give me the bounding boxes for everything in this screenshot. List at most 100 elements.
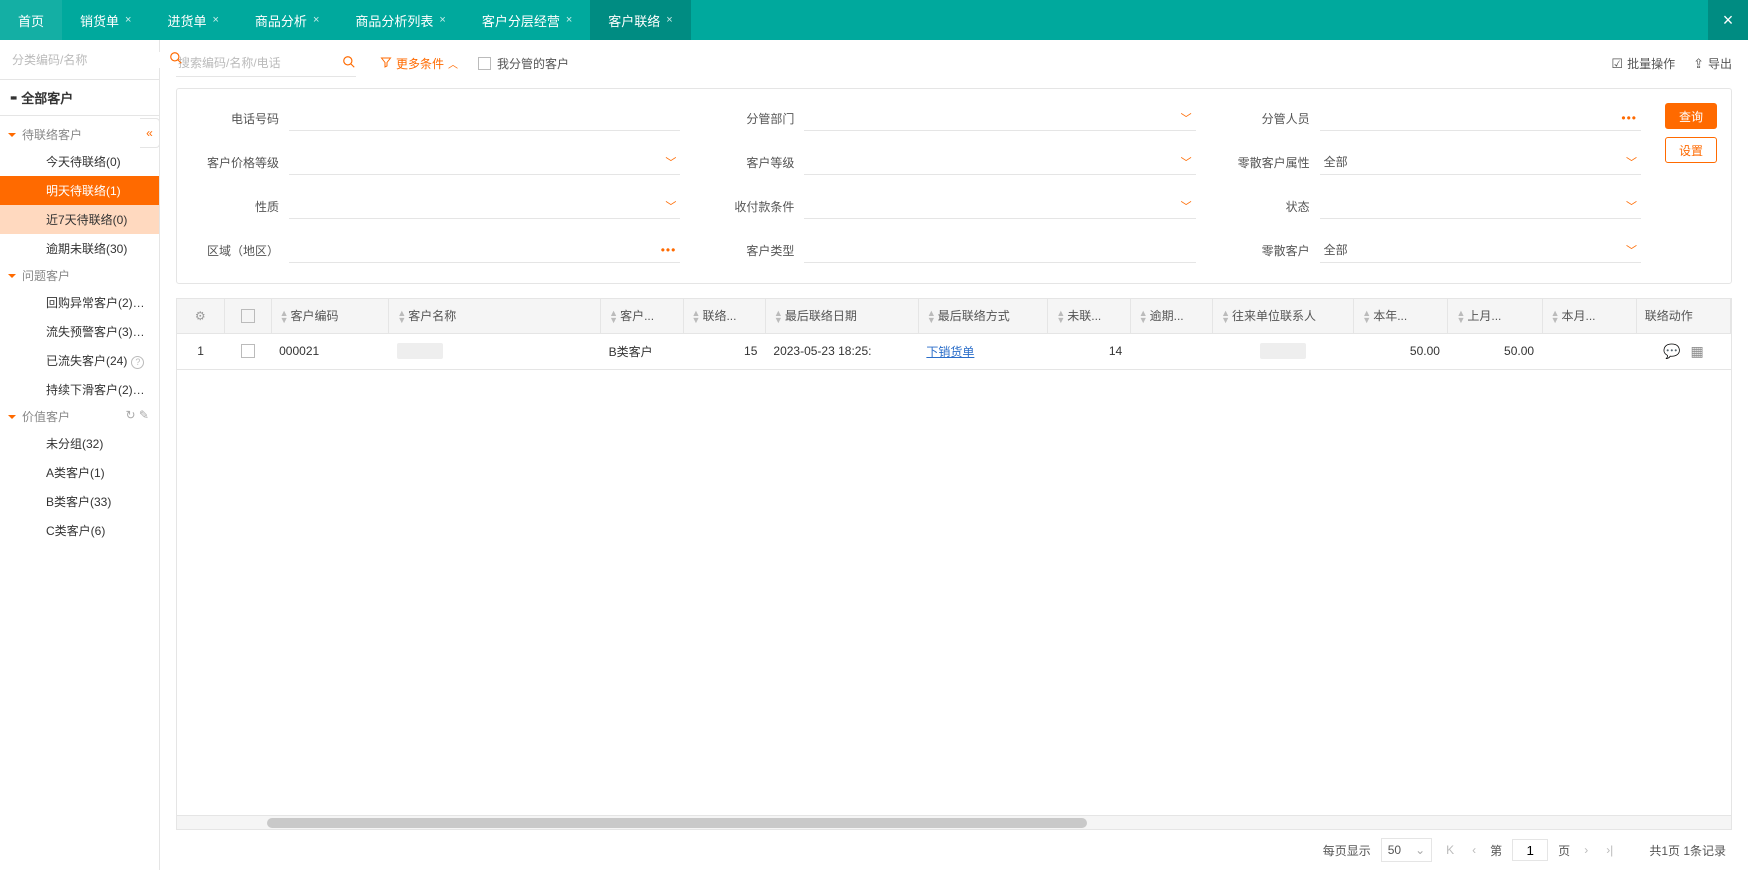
search-icon[interactable] xyxy=(169,51,183,68)
col-this_year[interactable]: ▲▼本年... xyxy=(1354,299,1448,333)
settings-button[interactable]: 设置 xyxy=(1665,137,1717,163)
last-page-button[interactable]: ›| xyxy=(1602,843,1617,857)
next-page-button[interactable]: › xyxy=(1580,843,1592,857)
tree-item[interactable]: 回购异常客户(2)? xyxy=(0,288,159,317)
tab-close-icon[interactable]: × xyxy=(125,14,131,26)
filter-input[interactable]: ﹀ xyxy=(289,149,680,175)
last-type-link[interactable]: 下销货单 xyxy=(926,345,974,359)
filter-label: 零散客户属性 xyxy=(1228,154,1320,171)
tree-item[interactable]: C类客户(6) xyxy=(0,516,159,545)
batch-action-button[interactable]: ☑ 批量操作 xyxy=(1611,55,1675,72)
table-row[interactable]: 1000021 B类客户152023-05-23 18:25:下销货单14 50… xyxy=(177,333,1731,369)
tab-close-icon[interactable]: × xyxy=(313,14,319,26)
page-size-select[interactable]: 50 ⌄ xyxy=(1381,838,1432,862)
cell-overdue xyxy=(1130,333,1212,369)
tree-group[interactable]: 问题客户 xyxy=(0,263,159,288)
tab-2[interactable]: 进货单× xyxy=(149,0,236,40)
tab-4[interactable]: 商品分析列表× xyxy=(337,0,463,40)
tree-item[interactable]: B类客户(33) xyxy=(0,487,159,516)
col-contact_person[interactable]: ▲▼往来单位联系人 xyxy=(1213,299,1354,333)
tree-item[interactable]: 近7天待联络(0) xyxy=(0,205,159,234)
tree-item[interactable]: 已流失客户(24)? xyxy=(0,346,159,375)
row-checkbox[interactable] xyxy=(241,344,255,358)
grid-action-icon[interactable]: ▦ xyxy=(1690,343,1703,360)
tree-item[interactable]: 持续下滑客户(2)? xyxy=(0,375,159,404)
sort-icon: ▲▼ xyxy=(1551,310,1560,324)
tab-0[interactable]: 首页 xyxy=(0,0,62,40)
more-filters-toggle[interactable]: 更多条件 ︿ xyxy=(380,55,458,72)
tab-close-icon[interactable]: × xyxy=(439,14,445,26)
tab-close-icon[interactable]: × xyxy=(666,14,672,26)
horizontal-scrollbar[interactable] xyxy=(177,815,1731,829)
col-last_date[interactable]: ▲▼最后联络日期 xyxy=(765,299,918,333)
tabs-close-all[interactable]: × xyxy=(1708,0,1748,40)
chat-icon[interactable]: 💬 xyxy=(1663,343,1680,360)
tab-3[interactable]: 商品分析× xyxy=(237,0,337,40)
filter-input[interactable]: 全部﹀ xyxy=(1320,237,1641,263)
tree-group[interactable]: 价值客户↻ ✎ xyxy=(0,404,159,429)
filter-input[interactable] xyxy=(804,237,1195,263)
tree-item[interactable]: A类客户(1) xyxy=(0,458,159,487)
help-icon[interactable]: ? xyxy=(131,356,144,369)
col-last_type[interactable]: ▲▼最后联络方式 xyxy=(918,299,1047,333)
cell-no-contact: 14 xyxy=(1048,333,1130,369)
col-name[interactable]: ▲▼客户名称 xyxy=(389,299,601,333)
col-label: 最后联络日期 xyxy=(785,309,857,323)
filter-label: 电话号码 xyxy=(197,110,289,127)
my-customers-checkbox[interactable]: 我分管的客户 xyxy=(478,55,569,72)
filter-input[interactable]: ﹀ xyxy=(804,193,1195,219)
tree-item[interactable]: 未分组(32) xyxy=(0,429,159,458)
gear-icon[interactable]: ⚙ xyxy=(195,309,206,323)
export-button[interactable]: ⇪ 导出 xyxy=(1693,55,1732,72)
first-page-button[interactable]: K xyxy=(1442,843,1458,857)
query-button[interactable]: 查询 xyxy=(1665,103,1717,129)
tree-item-label: 明天待联络(1) xyxy=(46,184,121,198)
chevron-left-icon: « xyxy=(146,126,153,140)
filter-label: 客户价格等级 xyxy=(197,154,289,171)
tree-item[interactable]: 今天待联络(0) xyxy=(0,147,159,176)
col-cust[interactable]: ▲▼客户... xyxy=(601,299,683,333)
cell-last-type[interactable]: 下销货单 xyxy=(918,333,1047,369)
main-area: ▪▪ 全部客户 « 待联络客户今天待联络(0)明天待联络(1)近7天待联络(0)… xyxy=(0,40,1748,870)
col-code[interactable]: ▲▼客户编码 xyxy=(271,299,389,333)
sidebar-collapse-button[interactable]: « xyxy=(140,118,160,148)
cell-check[interactable] xyxy=(224,333,271,369)
filter-input[interactable] xyxy=(289,105,680,131)
tab-close-icon[interactable]: × xyxy=(566,14,572,26)
filter-input[interactable]: ﹀ xyxy=(804,105,1195,131)
tree-item[interactable]: 明天待联络(1) xyxy=(0,176,159,205)
checkbox-all[interactable] xyxy=(241,309,255,323)
tab-1[interactable]: 销货单× xyxy=(62,0,149,40)
tree-item[interactable]: 流失预警客户(3)? xyxy=(0,317,159,346)
my-customers-label: 我分管的客户 xyxy=(497,55,569,72)
col-overdue[interactable]: ▲▼逾期... xyxy=(1130,299,1212,333)
col-contact[interactable]: ▲▼联络... xyxy=(683,299,765,333)
page-number-input[interactable] xyxy=(1512,839,1548,861)
filter-input[interactable]: ﹀ xyxy=(804,149,1195,175)
filter-field: 零散客户属性全部﹀ xyxy=(1228,149,1711,175)
filter-input[interactable]: ••• xyxy=(1320,105,1641,131)
col-last_month[interactable]: ▲▼上月... xyxy=(1448,299,1542,333)
prev-page-button[interactable]: ‹ xyxy=(1468,843,1480,857)
more-filters-label: 更多条件 xyxy=(396,55,444,72)
more-icon: ••• xyxy=(661,243,677,257)
tree-item[interactable]: 逾期未联络(30) xyxy=(0,234,159,263)
filter-input[interactable]: ••• xyxy=(289,237,680,263)
search-icon[interactable] xyxy=(342,55,356,72)
tab-5[interactable]: 客户分层经营× xyxy=(464,0,590,40)
filter-input[interactable]: 全部﹀ xyxy=(1320,149,1641,175)
tree-group-tools[interactable]: ↻ ✎ xyxy=(126,408,149,422)
filter-input[interactable]: ﹀ xyxy=(1320,193,1641,219)
col-label: 客户名称 xyxy=(408,309,456,323)
col-no_contact[interactable]: ▲▼未联... xyxy=(1048,299,1130,333)
filter-input[interactable]: ﹀ xyxy=(289,193,680,219)
tree-group[interactable]: 待联络客户 xyxy=(0,122,159,147)
scrollbar-thumb[interactable] xyxy=(267,818,1087,828)
tab-close-icon[interactable]: × xyxy=(212,14,218,26)
sidebar-search-input[interactable] xyxy=(10,52,169,68)
cell-value: 15 xyxy=(744,344,757,358)
col-this_month[interactable]: ▲▼本月... xyxy=(1542,299,1636,333)
cell-last-month: 50.00 xyxy=(1448,333,1542,369)
tab-6[interactable]: 客户联络× xyxy=(590,0,690,40)
toolbar-search-input[interactable] xyxy=(176,55,342,71)
